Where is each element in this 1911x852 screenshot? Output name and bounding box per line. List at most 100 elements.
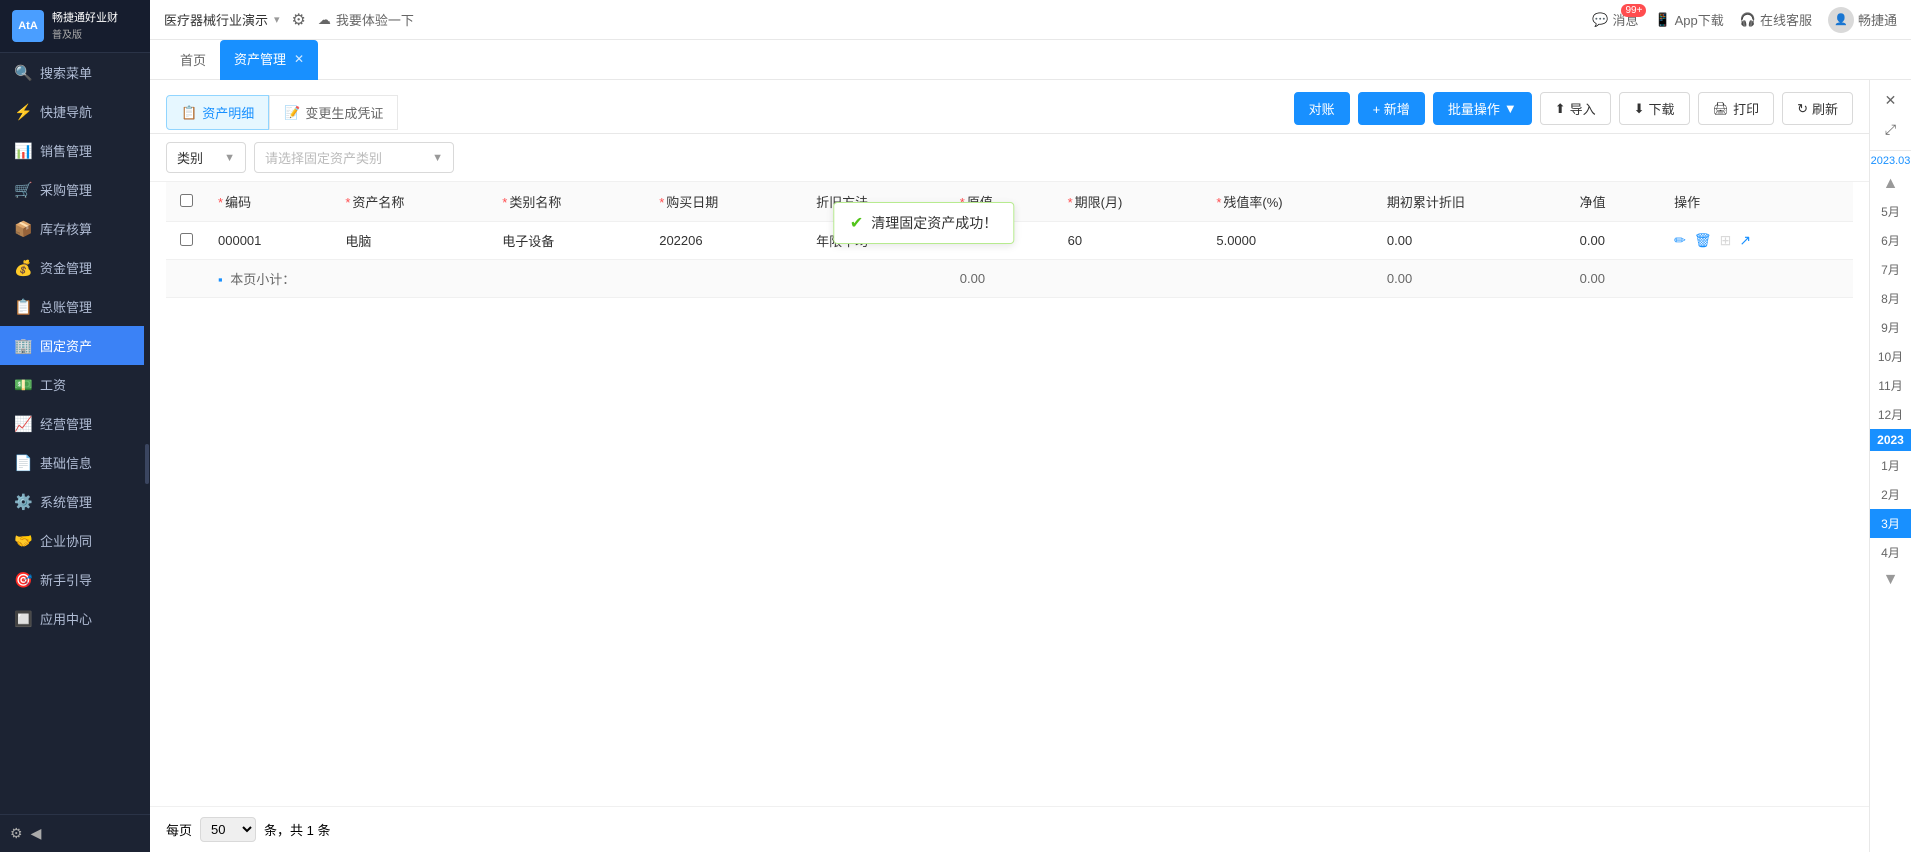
sidebar-icon-purchase: 🛒 — [14, 181, 32, 199]
company-selector[interactable]: 医疗器械行业演示 畅捷通 ▾ — [164, 10, 280, 29]
reconcile-btn[interactable]: 对账 — [1294, 92, 1350, 125]
month-12[interactable]: 12月 — [1870, 400, 1911, 429]
category-input[interactable]: 请选择固定资产类别 ▼ — [254, 142, 454, 173]
sidebar-bottom: ⚙ ◀ — [0, 814, 150, 852]
sub-tab-change-label: 变更生成凭证 — [305, 103, 383, 122]
user-btn[interactable]: 👤 畅捷通 — [1828, 7, 1897, 33]
message-btn[interactable]: 💬 消息 99+ — [1592, 10, 1638, 29]
row-residual-rate: 5.0000 — [1204, 222, 1375, 260]
sidebar-label-inventory: 库存核算 — [40, 219, 92, 238]
sidebar-label-ledger: 总账管理 — [40, 297, 92, 316]
sub-tab-change-voucher[interactable]: 📝 变更生成凭证 — [269, 95, 398, 130]
copy-icon[interactable]: ⊞ — [1720, 232, 1732, 249]
app-download-btn[interactable]: 📱 App下载 — [1654, 10, 1723, 29]
refresh-label: 刷新 — [1812, 99, 1838, 118]
tab-asset-management[interactable]: 资产管理 ✕ — [220, 40, 318, 80]
batch-btn[interactable]: 批量操作 ▼ — [1433, 92, 1532, 125]
tab-home[interactable]: 首页 — [166, 40, 220, 80]
refresh-icon: ↻ — [1797, 101, 1808, 117]
row-checkbox-cell — [166, 222, 206, 260]
sidebar-icon-enterprise: 🤝 — [14, 532, 32, 550]
sidebar-item-basic-info[interactable]: 📄 基础信息 — [0, 443, 144, 482]
sidebar-item-inventory[interactable]: 📦 库存核算 — [0, 209, 144, 248]
sidebar-item-fixed-assets[interactable]: 🏢 固定资产 — [0, 326, 144, 365]
download-label: 下载 — [1649, 99, 1675, 118]
download-btn[interactable]: ⬇ 下载 — [1619, 92, 1690, 125]
sidebar-item-finance[interactable]: 💰 资金管理 — [0, 248, 144, 287]
print-label: 打印 — [1733, 99, 1759, 118]
logo-text: 畅捷通好业财 — [52, 11, 118, 25]
service-btn[interactable]: 🎧 在线客服 — [1740, 10, 1812, 29]
sidebar-label-fixed-assets: 固定资产 — [40, 336, 92, 355]
row-checkbox[interactable] — [180, 233, 193, 246]
logo-area: AtA 畅捷通好业财 普及版 — [0, 0, 150, 53]
more-icon[interactable]: ↗ — [1739, 232, 1751, 249]
select-all-checkbox[interactable] — [180, 194, 193, 207]
cloud-icon: ☁ — [318, 12, 331, 28]
new-btn[interactable]: + 新增 — [1358, 92, 1425, 125]
sidebar-item-app-center[interactable]: 🔲 应用中心 — [0, 599, 144, 638]
home-tab-label: 首页 — [180, 50, 206, 69]
page-size-select[interactable]: 50 100 — [200, 817, 256, 842]
month-2[interactable]: 2月 — [1870, 480, 1911, 509]
subtotal-row: ▪ 本页小计： 0.00 0.00 0.00 — [166, 260, 1853, 298]
experience-btn[interactable]: ☁ 我要体验一下 — [318, 10, 414, 29]
sidebar-item-sales[interactable]: 📊 销售管理 — [0, 131, 144, 170]
topbar-right: 💬 消息 99+ 📱 App下载 🎧 在线客服 👤 畅捷通 — [1592, 7, 1897, 33]
tab-close-icon[interactable]: ✕ — [294, 52, 304, 66]
sidebar-item-ledger[interactable]: 📋 总账管理 — [0, 287, 144, 326]
month-6[interactable]: 6月 — [1870, 226, 1911, 255]
print-btn[interactable]: 🖨 打印 — [1698, 92, 1775, 125]
edit-icon[interactable]: ✏ — [1674, 232, 1686, 249]
sidebar-icon-ledger: 📋 — [14, 298, 32, 316]
topbar-settings-icon[interactable]: ⚙ — [292, 10, 306, 30]
sidebar-icon-inventory: 📦 — [14, 220, 32, 238]
category-filter[interactable]: 类别 ▼ — [166, 142, 246, 173]
month-1[interactable]: 1月 — [1870, 451, 1911, 480]
batch-btn-label: 批量操作 — [1448, 99, 1500, 118]
batch-dropdown-icon: ▼ — [1504, 101, 1517, 116]
sidebar-label-app-center: 应用中心 — [40, 609, 92, 628]
header-residual-rate: *残值率(%) — [1204, 182, 1375, 222]
month-10[interactable]: 10月 — [1870, 342, 1911, 371]
sidebar-item-operations[interactable]: 📈 经营管理 — [0, 404, 144, 443]
collapse-icon[interactable]: ◀ — [31, 825, 42, 842]
month-7[interactable]: 7月 — [1870, 255, 1911, 284]
month-5[interactable]: 5月 — [1870, 197, 1911, 226]
sidebar-item-system[interactable]: ⚙️ 系统管理 — [0, 482, 144, 521]
right-panel-expand-icon[interactable]: ⤢ — [1881, 117, 1900, 142]
row-initial-accumulated: 0.00 — [1375, 222, 1568, 260]
filter-row: 类别 ▼ 请选择固定资产类别 ▼ — [150, 134, 1869, 182]
sidebar-icon-system: ⚙️ — [14, 493, 32, 511]
right-panel-close-icon[interactable]: ✕ — [1881, 88, 1901, 113]
scroll-down-icon[interactable]: ▼ — [1879, 567, 1903, 593]
sub-tab-asset-detail[interactable]: 📋 资产明细 — [166, 95, 269, 130]
scroll-up-icon[interactable]: ▲ — [1879, 171, 1903, 197]
avatar: 👤 — [1828, 7, 1854, 33]
sidebar-item-quick-nav[interactable]: ⚡ 快捷导航 — [0, 92, 144, 131]
subtotal-label: ▪ 本页小计： — [206, 260, 948, 298]
app-download-icon: 📱 — [1654, 12, 1670, 28]
month-9[interactable]: 9月 — [1870, 313, 1911, 342]
message-icon: 💬 — [1592, 12, 1608, 28]
sidebar-item-enterprise[interactable]: 🤝 企业协同 — [0, 521, 144, 560]
sidebar-label-enterprise: 企业协同 — [40, 531, 92, 550]
sidebar-label-sales: 销售管理 — [40, 141, 92, 160]
sub-tabs: 📋 资产明细 📝 变更生成凭证 对账 + 新增 批量操作 ▼ ⬆ — [150, 80, 1869, 134]
sidebar-item-search[interactable]: 🔍 搜索菜单 — [0, 53, 144, 92]
month-4[interactable]: 4月 — [1870, 538, 1911, 567]
month-3-active[interactable]: 3月 — [1870, 509, 1911, 538]
year-label: 2023.03 — [1870, 151, 1911, 171]
export-btn[interactable]: ⬆ 导入 — [1540, 92, 1611, 125]
sidebar-item-purchase[interactable]: 🛒 采购管理 — [0, 170, 144, 209]
settings-icon[interactable]: ⚙ — [10, 825, 23, 842]
per-page-label: 每页 — [166, 820, 192, 839]
sidebar-item-guide[interactable]: 🎯 新手引导 — [0, 560, 144, 599]
delete-icon[interactable]: 🗑 — [1694, 232, 1712, 249]
topbar: 医疗器械行业演示 畅捷通 ▾ ⚙ ☁ 我要体验一下 💬 消息 99+ 📱 App… — [150, 0, 1911, 40]
export-label: 导入 — [1570, 99, 1596, 118]
month-11[interactable]: 11月 — [1870, 371, 1911, 400]
refresh-btn[interactable]: ↻ 刷新 — [1782, 92, 1853, 125]
month-8[interactable]: 8月 — [1870, 284, 1911, 313]
sidebar-item-salary[interactable]: 💵 工资 — [0, 365, 144, 404]
